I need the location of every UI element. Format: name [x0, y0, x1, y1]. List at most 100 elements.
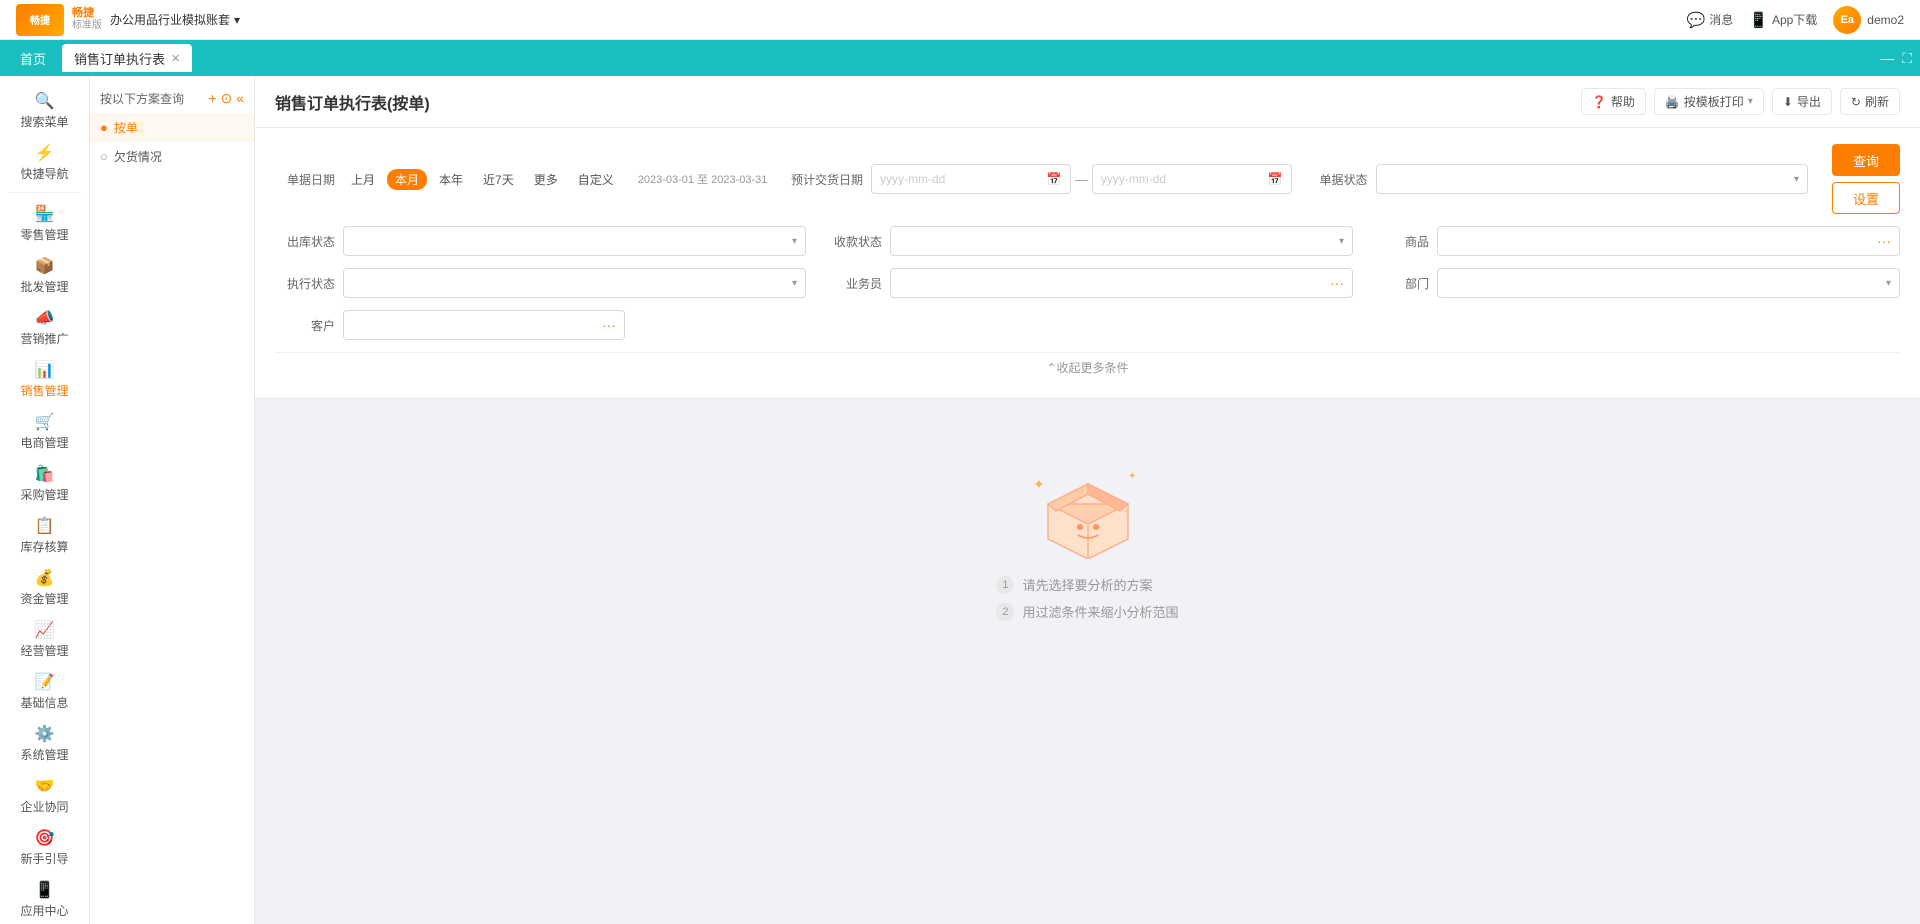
scheme-inactive-icon: ○ [100, 149, 108, 164]
date-tag-custom[interactable]: 自定义 [570, 169, 622, 190]
sidebar-item-purchase[interactable]: 🛍️ 采购管理 [0, 457, 89, 509]
out-status-label: 出库状态 [275, 233, 335, 250]
breadcrumb-dropdown[interactable]: 办公用品行业模拟账套 ▾ [110, 11, 240, 28]
refresh-btn[interactable]: ↻ 刷新 [1840, 88, 1900, 115]
print-btn[interactable]: 🖨️ 按模板打印 ▾ [1654, 88, 1764, 115]
sidebar-item-basic[interactable]: 📝 基础信息 [0, 665, 89, 717]
action-panel: 查询 设置 [1824, 144, 1900, 214]
tip-num-2: 2 [996, 603, 1014, 621]
scheme-item-欠货情况[interactable]: ○ 欠货情况 [90, 142, 254, 171]
exec-status-arrow: ▾ [792, 278, 797, 289]
goods-dots-icon[interactable]: ··· [1877, 233, 1891, 249]
sidebar-item-label: 企业协同 [20, 798, 68, 815]
out-status-select[interactable]: ▾ [343, 226, 806, 256]
date-tag-this-year[interactable]: 本年 [431, 169, 471, 190]
help-btn[interactable]: ❓ 帮助 [1581, 88, 1646, 115]
sidebar-item-sales[interactable]: 📊 销售管理 [0, 353, 89, 405]
date-tag-last-7days[interactable]: 近7天 [475, 169, 522, 190]
sidebar-item-new-guide[interactable]: 🎯 新手引导 [0, 821, 89, 873]
purchase-icon: 🛍️ [35, 464, 55, 484]
retail-icon: 🏪 [35, 204, 55, 224]
sys-icon: ⚙️ [35, 724, 55, 744]
page-header-actions: ❓ 帮助 🖨️ 按模板打印 ▾ ⬇ 导出 ↻ 刷新 [1581, 88, 1900, 115]
dept-select[interactable]: ▾ [1437, 268, 1900, 298]
collapse-filters-btn[interactable]: ⌃ 收起更多条件 [275, 352, 1900, 382]
receipt-status-label: 收款状态 [822, 233, 882, 250]
dept-group: 部门 ▾ [1369, 268, 1900, 298]
predict-date-end-input[interactable]: yyyy-mm-dd 📅 [1092, 164, 1292, 194]
sidebar-item-ecommerce[interactable]: 🛒 电商管理 [0, 405, 89, 457]
enterprise-coop-icon: 🤝 [35, 776, 55, 796]
date-tag-this-month[interactable]: 本月 [387, 169, 427, 190]
dept-label: 部门 [1369, 275, 1429, 292]
scheme-item-按单[interactable]: ● 按单 [90, 113, 254, 142]
filter-row-3: 执行状态 ▾ 业务员 ··· 部门 [275, 268, 1900, 298]
sidebar-item-quick-nav[interactable]: ⚡ 快捷导航 [0, 136, 89, 188]
svg-text:✦: ✦ [1123, 507, 1130, 516]
sidebar-item-finance[interactable]: 💰 资金管理 [0, 561, 89, 613]
add-scheme-btn[interactable]: + [208, 90, 216, 107]
message-btn[interactable]: 💬 消息 [1687, 11, 1734, 29]
sidebar-item-sys[interactable]: ⚙️ 系统管理 [0, 717, 89, 769]
order-status-select[interactable]: ▾ [1376, 164, 1809, 194]
order-status-group: 单据状态 ▾ [1308, 164, 1809, 194]
salesman-label: 业务员 [822, 275, 882, 292]
date-separator: — [1075, 172, 1088, 187]
user-profile[interactable]: Ea demo2 [1833, 6, 1904, 34]
app-download-btn[interactable]: 📱 App下载 [1749, 11, 1817, 29]
exec-status-select[interactable]: ▾ [343, 268, 806, 298]
predict-date-start-input[interactable]: yyyy-mm-dd 📅 [871, 164, 1071, 194]
export-btn[interactable]: ⬇ 导出 [1772, 88, 1832, 115]
predict-date-range: yyyy-mm-dd 📅 — yyyy-mm-dd 📅 [871, 164, 1291, 194]
customer-dots-icon[interactable]: ··· [602, 317, 616, 333]
sidebar-item-label: 搜索菜单 [20, 113, 68, 130]
tab-close-icon[interactable]: ✕ [171, 52, 180, 65]
sidebar-item-wholesale[interactable]: 📦 批发管理 [0, 249, 89, 301]
date-filter-group: 单据日期 上月 本月 本年 近7天 更多 自定义 2023-03-01 至 20… [275, 169, 775, 190]
print-arrow-icon: ▾ [1748, 96, 1753, 107]
sidebar-item-marketing[interactable]: 📣 营销推广 [0, 301, 89, 353]
settings-button[interactable]: 设置 [1832, 182, 1900, 214]
sidebar-item-app-center[interactable]: 📱 应用中心 [0, 873, 89, 924]
scheme-item-label: 欠货情况 [114, 148, 162, 165]
goods-group: 商品 ··· [1369, 226, 1900, 256]
left-scheme-panel: 按以下方案查询 + ⊙ « ● 按单 ○ 欠货情况 [90, 76, 255, 924]
page-content: 销售订单执行表(按单) ❓ 帮助 🖨️ 按模板打印 ▾ ⬇ 导出 [255, 76, 1920, 924]
collapse-scheme-btn[interactable]: « [236, 90, 244, 107]
date-tag-more[interactable]: 更多 [526, 169, 566, 190]
filter-row-1: 单据日期 上月 本月 本年 近7天 更多 自定义 2023-03-01 至 20… [275, 144, 1900, 214]
search-menu-icon: 🔍 [35, 91, 55, 111]
customer-group: 客户 ··· [275, 310, 625, 340]
sidebar-item-label: 库存核算 [20, 538, 68, 555]
breadcrumb-text: 办公用品行业模拟账套 [110, 11, 230, 28]
app-subtitle: 标准版 [72, 20, 102, 32]
goods-input[interactable]: ··· [1437, 226, 1900, 256]
sidebar-item-label: 新手引导 [20, 850, 68, 867]
sidebar-item-retail[interactable]: 🏪 零售管理 [0, 197, 89, 249]
date-filter-label: 单据日期 [275, 171, 335, 188]
tab-sales-order[interactable]: 销售订单执行表 ✕ [62, 44, 192, 72]
salesman-dots-icon[interactable]: ··· [1330, 275, 1344, 291]
salesman-input[interactable]: ··· [890, 268, 1353, 298]
sidebar-item-search-menu[interactable]: 🔍 搜索菜单 [0, 84, 89, 136]
tab-maximize-icon[interactable]: ⛶ [1902, 50, 1912, 67]
customer-input[interactable]: ··· [343, 310, 625, 340]
download-icon: 📱 [1749, 11, 1768, 29]
marketing-icon: 📣 [35, 308, 55, 328]
copy-scheme-btn[interactable]: ⊙ [220, 90, 232, 107]
sidebar-item-ops[interactable]: 📈 经营管理 [0, 613, 89, 665]
tab-minimize-icon[interactable]: — [1880, 50, 1894, 66]
refresh-icon: ↻ [1851, 95, 1861, 109]
date-tag-last-month[interactable]: 上月 [343, 169, 383, 190]
tab-home[interactable]: 首页 [8, 44, 58, 72]
export-icon: ⬇ [1783, 95, 1793, 109]
sidebar-item-label: 快捷导航 [20, 165, 68, 182]
query-button[interactable]: 查询 [1832, 144, 1900, 176]
date-hint: 2023-03-01 至 2023-03-31 [638, 171, 768, 187]
sidebar-item-enterprise-coop[interactable]: 🤝 企业协同 [0, 769, 89, 821]
customer-label: 客户 [275, 317, 335, 334]
receipt-status-select[interactable]: ▾ [890, 226, 1353, 256]
salesman-group: 业务员 ··· [822, 268, 1353, 298]
sidebar-item-inventory[interactable]: 📋 库存核算 [0, 509, 89, 561]
exec-status-group: 执行状态 ▾ [275, 268, 806, 298]
